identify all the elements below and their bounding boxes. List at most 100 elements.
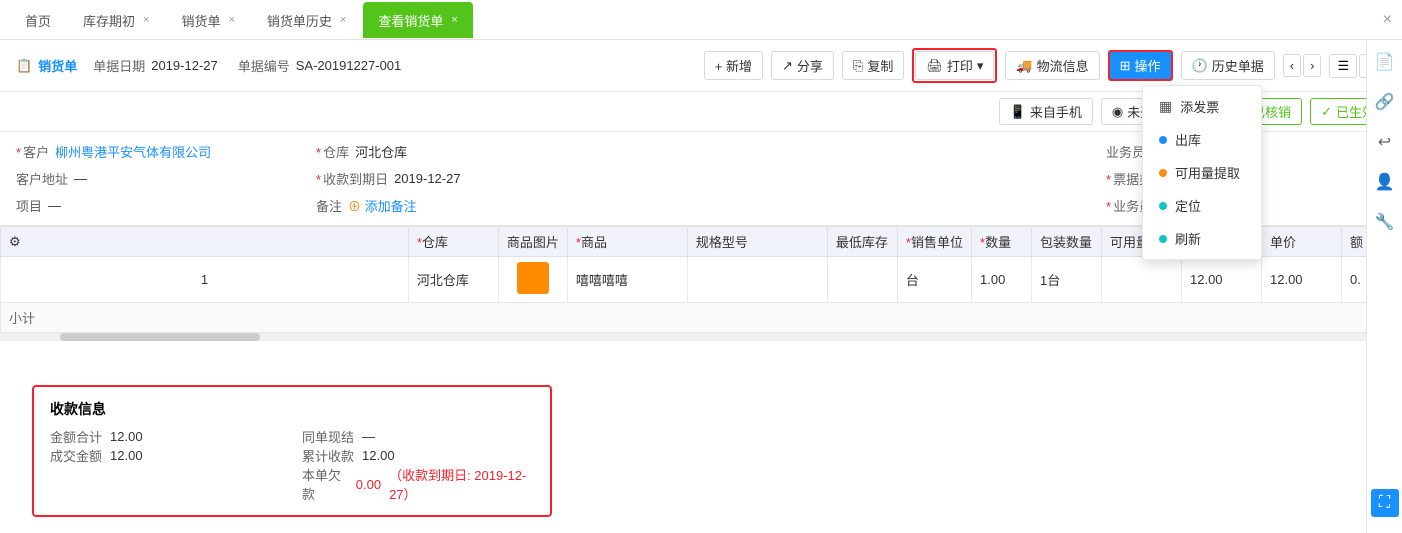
cumulative-row: 累计收款 12.00 [302,446,534,465]
same-order-value: — [362,429,375,444]
tab-sales-order-label: 销货单 [181,11,220,30]
doc-meta: 单据日期 2019-12-27 单据编号 SA-20191227-001 [93,56,688,75]
doc-actions: + 新增 ↗ 分享 ⎘ 复制 🖨 打印 ▾ 🚚 物流信息 ⊞ [704,48,1386,83]
dropdown-item-refresh[interactable]: 刷新 [1143,222,1261,255]
row-avail [1102,257,1182,303]
sidebar-settings-icon[interactable]: 🔧 [1371,208,1399,236]
print-button[interactable]: 🖨 打印 ▾ [915,51,994,80]
tab-sales-history-label: 销货单历史 [267,11,332,30]
outbound-dot [1159,136,1167,144]
staff-label: 业务员 [1106,142,1145,161]
close-all-tabs[interactable]: × [1383,11,1392,29]
list-view-button[interactable]: ☰ [1329,54,1357,78]
note-field: 备注 ⊕ 添加备注 [316,196,596,215]
tab-inventory-init-label: 库存期初 [83,11,135,30]
row-spec [687,257,827,303]
logistics-button[interactable]: 🚚 物流信息 [1005,51,1099,80]
doc-icon: 📋 [16,58,32,74]
address-field: 客户地址 — [16,169,296,188]
tab-sales-order-close[interactable]: × [228,14,234,26]
row-pack: 1台 [1032,257,1102,303]
row-qty: 1.00 [972,257,1032,303]
col-image: 商品图片 [498,227,567,257]
tab-bar: 首页 库存期初 × 销货单 × 销货单历史 × 查看销货单 × × [0,0,1402,40]
summary-col-left: 金额合计 12.00 成交金额 12.00 [50,427,282,503]
tab-sales-history[interactable]: 销货单历史 × [252,2,361,38]
dropdown-item-locate[interactable]: 定位 [1143,189,1261,222]
project-value: — [48,198,61,213]
copy-label: 复制 [867,56,893,75]
scrollbar-thumb[interactable] [60,333,260,341]
total-label: 金额合计 [50,427,102,446]
same-order-row: 同单现结 — [302,427,534,446]
invoice-grid-icon: ▦ [1159,98,1172,115]
next-button[interactable]: › [1303,54,1321,77]
col-spec: 规格型号 [687,227,827,257]
doc-date-field: 单据日期 2019-12-27 [93,56,218,75]
note-add[interactable]: ⊕ 添加备注 [348,196,417,215]
col-price: 单价 [1262,227,1342,257]
prev-button[interactable]: ‹ [1283,54,1301,77]
operations-dropdown: ▦ 添发票 出库 可用量提取 定位 刷新 [1142,85,1262,260]
row-warehouse: 河北仓库 [408,257,498,303]
dropdown-item-outbound[interactable]: 出库 [1143,123,1261,156]
col-qty: *数量 [972,227,1032,257]
due-date-value: 2019-12-27 [394,171,461,186]
print-label: 打印 [947,56,973,75]
summary-area: 收款信息 金额合计 12.00 成交金额 12.00 同单现结 — [32,385,552,517]
due-note: （收款到期日: 2019-12-27） [389,465,534,503]
locate-dot [1159,202,1167,210]
right-sidebar: 📄 🔗 ↩ 👤 🔧 ⛶ [1366,40,1402,533]
tab-view-sales[interactable]: 查看销货单 × [363,2,472,38]
doc-no-value: SA-20191227-001 [296,58,402,73]
col-settings: ⚙ [1,227,409,257]
row-stock: 12.00 [1182,257,1262,303]
tab-home[interactable]: 首页 [10,2,66,38]
history-button[interactable]: 🕐 历史单据 [1181,51,1275,80]
tab-sales-history-close[interactable]: × [340,14,346,26]
transaction-value: 12.00 [110,448,143,463]
from-phone-button[interactable]: 📱 来自手机 [999,98,1093,125]
copy-icon: ⎘ [853,58,863,74]
dropdown-item-available[interactable]: 可用量提取 [1143,156,1261,189]
col-product: *商品 [567,227,687,257]
sidebar-link-icon[interactable]: 🔗 [1371,88,1399,116]
share-button[interactable]: ↗ 分享 [771,51,834,80]
customer-label: 客户 [16,142,49,161]
logistics-label: 物流信息 [1037,56,1089,75]
col-pack: 包装数量 [1032,227,1102,257]
tab-view-sales-close[interactable]: × [451,14,457,26]
phone-icon: 📱 [1010,104,1026,120]
dropdown-item-invoice[interactable]: ▦ 添发票 [1143,90,1261,123]
customer-value[interactable]: 柳州粤港平安气体有限公司 [55,142,211,161]
sidebar-doc-icon[interactable]: 📄 [1371,48,1399,76]
sidebar-return-icon[interactable]: ↩ [1371,128,1399,156]
due-value: 0.00 [356,477,381,492]
subtotal-label: 小计 [1,303,1402,333]
table-row: 1 河北仓库 嘻嘻嘻嘻 台 1.00 1台 12.00 12.00 0. [1,257,1402,303]
doc-date-value: 2019-12-27 [151,58,218,73]
horizontal-scrollbar[interactable] [0,333,1402,341]
add-icon: ⊕ [348,199,361,214]
from-phone-label: 来自手机 [1030,102,1082,121]
tab-sales-order[interactable]: 销货单 × [166,2,249,38]
doc-date-label: 单据日期 [93,56,145,75]
ticket-icon: ◉ [1112,104,1123,120]
product-image [517,262,549,294]
summary-title: 收款信息 [50,399,534,419]
add-button[interactable]: + 新增 [704,51,763,80]
tab-inventory-init-close[interactable]: × [143,14,149,26]
warehouse-label: 仓库 [316,142,349,161]
print-icon: 🖨 [926,58,943,74]
sidebar-expand-icon[interactable]: ⛶ [1371,489,1399,517]
total-row: 金额合计 12.00 [50,427,282,446]
address-value: — [74,171,87,186]
row-price: 12.00 [1262,257,1342,303]
tab-inventory-init[interactable]: 库存期初 × [68,2,164,38]
operations-button[interactable]: ⊞ 操作 [1108,50,1173,81]
sidebar-user-icon[interactable]: 👤 [1371,168,1399,196]
tab-home-label: 首页 [25,11,51,30]
copy-button[interactable]: ⎘ 复制 [842,51,904,80]
project-label: 项目 [16,196,42,215]
warehouse-field: 仓库 河北仓库 [316,142,596,161]
